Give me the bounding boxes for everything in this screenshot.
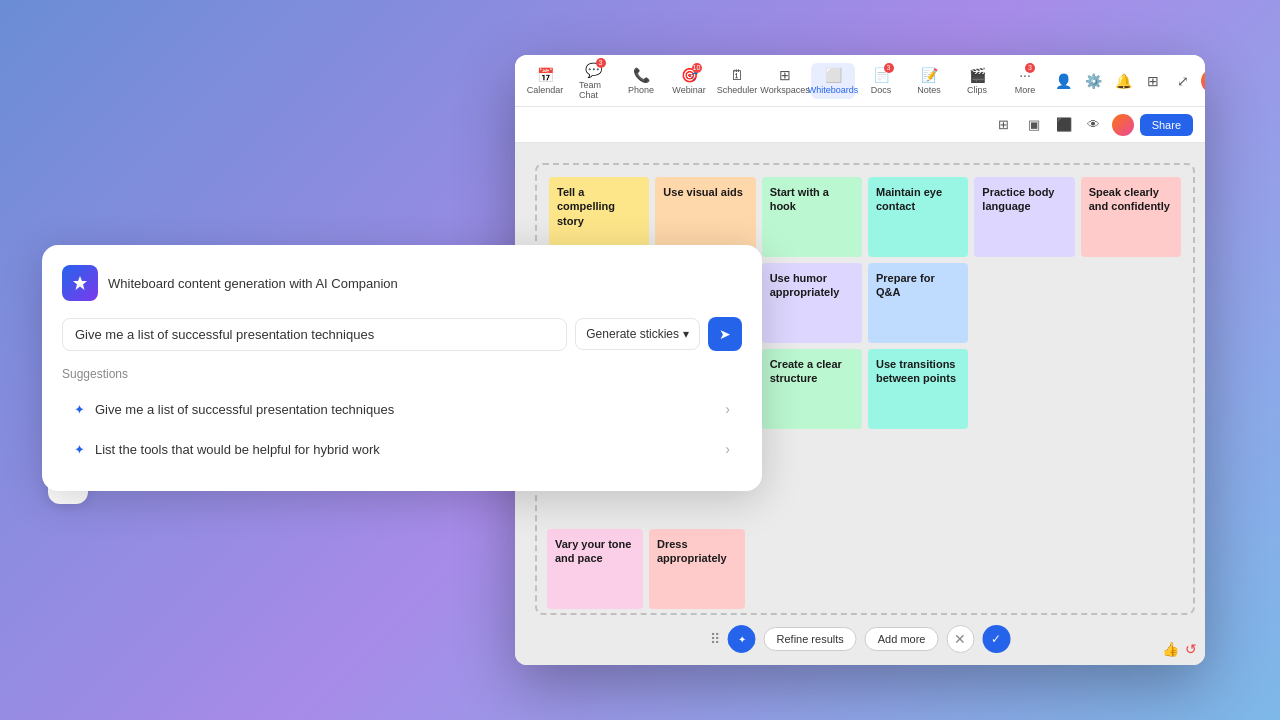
ai-action-icon[interactable]: ✦ (728, 625, 756, 653)
frame-btn[interactable]: ⬛ (1052, 113, 1076, 137)
suggestion-item-1[interactable]: ✦ Give me a list of successful presentat… (62, 391, 742, 427)
chevron-right-icon-2: › (725, 441, 730, 457)
suggestion-icon-1: ✦ (74, 402, 85, 417)
clips-icon: 🎬 (969, 67, 986, 83)
corner-icons: 👍 ↺ (1162, 641, 1197, 657)
sticky-9[interactable]: Use humor appropriately (762, 263, 862, 343)
notes-icon: 📝 (921, 67, 938, 83)
nav-item-calendar[interactable]: 📅 Calendar (523, 63, 567, 99)
nav-item-workspaces[interactable]: ⊞ Workspaces (763, 63, 807, 99)
nav-item-docs[interactable]: 📄 3 Docs (859, 63, 903, 99)
sticky-16[interactable]: Dress appropriately (649, 529, 745, 609)
ai-panel-header: Whiteboard content generation with AI Co… (62, 265, 742, 301)
ai-companion-panel: Whiteboard content generation with AI Co… (42, 245, 762, 491)
whiteboards-icon: ⬜ (825, 67, 842, 83)
nav-item-team-chat[interactable]: 💬 3 Team Chat (571, 58, 615, 104)
settings-icon[interactable]: ⚙️ (1081, 69, 1105, 93)
account-icon[interactable]: 👤 (1051, 69, 1075, 93)
workspaces-icon: ⊞ (779, 67, 791, 83)
nav-item-webinar[interactable]: 🎯 10 Webinar (667, 63, 711, 99)
nav-item-whiteboards[interactable]: ⬜ Whiteboards (811, 63, 855, 99)
nav-item-clips[interactable]: 🎬 Clips (955, 63, 999, 99)
layout-btn[interactable]: ⊞ (992, 113, 1016, 137)
suggestions-label: Suggestions (62, 367, 742, 381)
nav-item-scheduler[interactable]: 🗓 Scheduler (715, 63, 759, 99)
ai-prompt-input[interactable] (62, 318, 567, 351)
generate-stickies-dropdown[interactable]: Generate stickies ▾ (575, 318, 700, 350)
sticky-15[interactable]: Vary your tone and pace (547, 529, 643, 609)
eye-btn[interactable]: 👁 (1082, 113, 1106, 137)
phone-icon: 📞 (633, 67, 650, 83)
avatar[interactable] (1201, 69, 1205, 93)
action-bar: ⠿ ✦ Refine results Add more ✕ ✓ (710, 625, 1011, 653)
confirm-button[interactable]: ✓ (982, 625, 1010, 653)
ai-panel-title: Whiteboard content generation with AI Co… (108, 276, 398, 291)
grid-icon[interactable]: ⊞ (1141, 69, 1165, 93)
top-nav: 📅 Calendar 💬 3 Team Chat 📞 Phone 🎯 10 We… (515, 55, 1205, 107)
sticky-3[interactable]: Start with a hook (762, 177, 862, 257)
suggestion-icon-2: ✦ (74, 442, 85, 457)
toolbar-avatar (1112, 114, 1134, 136)
chevron-right-icon-1: › (725, 401, 730, 417)
toolbar-row: ⊞ ▣ ⬛ 👁 Share (515, 107, 1205, 143)
cancel-button[interactable]: ✕ (946, 625, 974, 653)
bottom-stickies: Vary your tone and pace Dress appropriat… (547, 529, 745, 609)
calendar-icon: 📅 (537, 67, 554, 83)
nav-item-more[interactable]: ··· 3 More (1003, 63, 1047, 99)
notifications-icon[interactable]: 🔔 (1111, 69, 1135, 93)
action-dots: ⠿ (710, 631, 720, 647)
thumbs-down-icon[interactable]: ↺ (1185, 641, 1197, 657)
sticky-6[interactable]: Speak clearly and confidently (1081, 177, 1181, 257)
sticky-13[interactable]: Create a clear structure (762, 349, 862, 429)
view-btn[interactable]: ▣ (1022, 113, 1046, 137)
nav-item-notes[interactable]: 📝 Notes (907, 63, 951, 99)
send-button[interactable]: ➤ (708, 317, 742, 351)
expand-icon[interactable]: ⤢ (1171, 69, 1195, 93)
add-more-button[interactable]: Add more (865, 627, 939, 651)
refine-results-button[interactable]: Refine results (764, 627, 857, 651)
sticky-14[interactable]: Use transitions between points (868, 349, 968, 429)
sticky-4[interactable]: Maintain eye contact (868, 177, 968, 257)
sticky-10[interactable]: Prepare for Q&A (868, 263, 968, 343)
suggestion-text-1: Give me a list of successful presentatio… (95, 402, 394, 417)
suggestion-text-2: List the tools that would be helpful for… (95, 442, 380, 457)
ai-input-row: Generate stickies ▾ ➤ (62, 317, 742, 351)
chevron-down-icon: ▾ (683, 327, 689, 341)
nav-right: 👤 ⚙️ 🔔 ⊞ ⤢ (1051, 69, 1205, 93)
suggestion-item-2[interactable]: ✦ List the tools that would be helpful f… (62, 431, 742, 467)
scheduler-icon: 🗓 (730, 67, 744, 83)
share-button[interactable]: Share (1140, 114, 1193, 136)
ai-logo (62, 265, 98, 301)
thumbs-up-icon[interactable]: 👍 (1162, 641, 1179, 657)
sticky-5[interactable]: Practice body language (974, 177, 1074, 257)
nav-item-phone[interactable]: 📞 Phone (619, 63, 663, 99)
